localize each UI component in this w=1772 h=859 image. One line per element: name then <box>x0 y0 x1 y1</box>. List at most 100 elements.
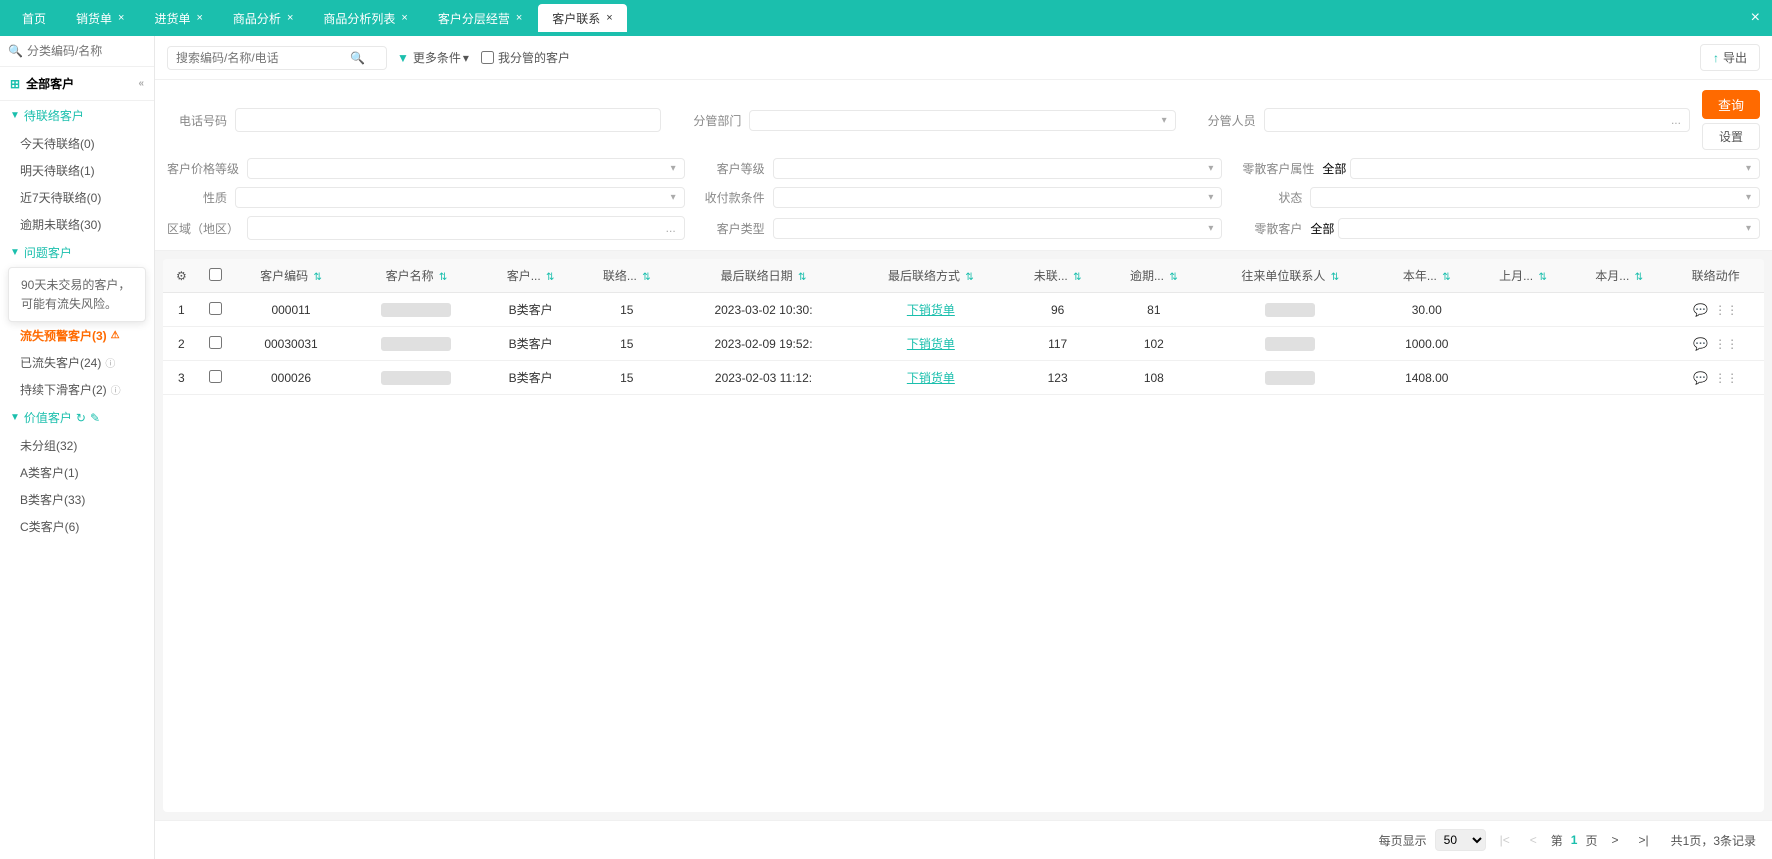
edit-icon[interactable]: ✎ <box>90 411 100 425</box>
sidebar-item-ungrouped[interactable]: 未分组(32) <box>0 432 154 459</box>
sort-type-icon[interactable]: ⇅ <box>546 272 554 283</box>
row-select-checkbox[interactable] <box>209 370 222 383</box>
region-more-icon[interactable]: ... <box>666 221 676 235</box>
close-window-button[interactable]: × <box>1751 9 1760 27</box>
main-search-button[interactable]: 🔍 <box>350 51 365 65</box>
settings-button[interactable]: 设置 <box>1702 123 1760 150</box>
group-problem-customers: ▼ 问题客户 90天未交易的客户，可能有流失风险。 流失预警客户(3) ⚠ 已流… <box>0 238 154 403</box>
th-last-date: 最后联络日期 ⇅ <box>675 259 852 293</box>
dept-select[interactable]: ▾ <box>749 110 1175 131</box>
sidebar-item-churn-warning[interactable]: 流失预警客户(3) ⚠ <box>0 322 154 349</box>
sidebar-item-class-b[interactable]: B类客户(33) <box>0 486 154 513</box>
last-method-link[interactable]: 下销货单 <box>907 303 955 317</box>
group-value-customers: ▼ 价值客户 ↻ ✎ 未分组(32) A类客户(1) B类客户(33) C类客户… <box>0 403 154 540</box>
first-page-button[interactable]: |< <box>1494 831 1516 849</box>
row-current-month <box>1571 293 1667 327</box>
sort-uncontacted-icon[interactable]: ⇅ <box>1073 272 1081 283</box>
sort-overdue-icon[interactable]: ⇅ <box>1169 272 1177 283</box>
row-actions: 💬 ⋮⋮ <box>1667 327 1764 361</box>
more-actions-icon[interactable]: ⋮⋮ <box>1714 303 1738 317</box>
customer-level-select[interactable]: ▾ <box>773 158 1223 179</box>
manager-select[interactable]: ... <box>1264 108 1690 132</box>
settings-col-header[interactable]: ⚙ <box>163 259 200 293</box>
arrow-icon-problem: ▼ <box>10 247 20 258</box>
last-method-link[interactable]: 下销货单 <box>907 337 955 351</box>
more-actions-icon[interactable]: ⋮⋮ <box>1714 371 1738 385</box>
close-tab-purchase[interactable]: × <box>196 12 202 24</box>
sort-current-month-icon[interactable]: ⇅ <box>1635 272 1643 283</box>
sort-current-year-icon[interactable]: ⇅ <box>1442 272 1450 283</box>
sort-last-method-icon[interactable]: ⇅ <box>965 272 973 283</box>
close-tab-customer-segment[interactable]: × <box>516 12 522 24</box>
customer-type-select[interactable]: ▾ <box>773 218 1223 239</box>
sidebar-item-class-a[interactable]: A类客户(1) <box>0 459 154 486</box>
manager-more-icon[interactable]: ... <box>1671 113 1681 127</box>
row-select-checkbox[interactable] <box>209 302 222 315</box>
sort-linked-contact-icon[interactable]: ⇅ <box>1331 272 1339 283</box>
group-pending-contact: ▼ 待联络客户 今天待联络(0) 明天待联络(1) 近7天待联络(0) 逾期未联… <box>0 101 154 238</box>
sidebar-all-customers[interactable]: ⊞ 全部客户 « <box>0 67 154 101</box>
row-last-month <box>1475 327 1571 361</box>
price-level-select[interactable]: ▾ <box>247 158 685 179</box>
contact-icon[interactable]: 💬 <box>1693 337 1708 351</box>
last-page-button[interactable]: >| <box>1633 831 1655 849</box>
sort-contact-icon[interactable]: ⇅ <box>642 272 650 283</box>
more-conditions-button[interactable]: ▼ 更多条件 ▾ <box>397 49 469 66</box>
close-tab-sales[interactable]: × <box>118 12 124 24</box>
next-page-button[interactable]: > <box>1606 831 1625 849</box>
tab-sales[interactable]: 销货单 × <box>62 4 138 32</box>
nature-select[interactable]: ▾ <box>235 187 685 208</box>
prev-page-button[interactable]: < <box>1524 831 1543 849</box>
sidebar-search-input[interactable] <box>27 44 146 58</box>
row-last-date: 2023-02-09 19:52: <box>675 327 852 361</box>
group-title-pending[interactable]: ▼ 待联络客户 <box>0 101 154 130</box>
contact-icon[interactable]: 💬 <box>1693 371 1708 385</box>
close-tab-customer-contact[interactable]: × <box>606 12 612 24</box>
refresh-icon[interactable]: ↻ <box>76 411 86 425</box>
sort-code-icon[interactable]: ⇅ <box>314 272 322 283</box>
region-select[interactable]: ... <box>247 216 685 240</box>
payment-select[interactable]: ▾ <box>773 187 1223 208</box>
th-code: 客户编码 ⇅ <box>232 259 351 293</box>
status-select[interactable]: ▾ <box>1310 187 1760 208</box>
th-current-year: 本年... ⇅ <box>1379 259 1475 293</box>
more-actions-icon[interactable]: ⋮⋮ <box>1714 337 1738 351</box>
sort-name-icon[interactable]: ⇅ <box>439 272 447 283</box>
row-customer-type: B类客户 <box>482 293 578 327</box>
my-customers-checkbox[interactable] <box>481 51 494 64</box>
last-method-link[interactable]: 下销货单 <box>907 371 955 385</box>
sidebar-item-today[interactable]: 今天待联络(0) <box>0 130 154 157</box>
sidebar-item-tomorrow[interactable]: 明天待联络(1) <box>0 157 154 184</box>
tab-analysis-list[interactable]: 商品分析列表 × <box>309 4 421 32</box>
query-button[interactable]: 查询 <box>1702 90 1760 119</box>
select-all-checkbox[interactable] <box>209 268 222 281</box>
row-current-year: 30.00 <box>1379 293 1475 327</box>
tab-customer-contact[interactable]: 客户联系 × <box>538 4 626 32</box>
sort-last-date-icon[interactable]: ⇅ <box>798 272 806 283</box>
sidebar-item-declining[interactable]: 持续下滑客户(2) ⓘ <box>0 376 154 403</box>
zero-customer-select[interactable]: ▾ <box>1338 218 1760 239</box>
tab-analysis[interactable]: 商品分析 × <box>219 4 307 32</box>
phone-input[interactable] <box>235 108 661 132</box>
my-customers-checkbox-group: 我分管的客户 <box>481 49 570 66</box>
close-tab-analysis-list[interactable]: × <box>401 12 407 24</box>
sidebar-item-overdue[interactable]: 逾期未联络(30) <box>0 211 154 238</box>
sidebar-item-churned[interactable]: 已流失客户(24) ⓘ <box>0 349 154 376</box>
row-name: ... <box>350 361 482 395</box>
per-page-select[interactable]: 50 100 200 <box>1435 829 1486 851</box>
contact-icon[interactable]: 💬 <box>1693 303 1708 317</box>
export-button[interactable]: ↑ 导出 <box>1700 44 1760 71</box>
sidebar-item-7days[interactable]: 近7天待联络(0) <box>0 184 154 211</box>
sidebar-item-class-c[interactable]: C类客户(6) <box>0 513 154 540</box>
tab-customer-segment[interactable]: 客户分层经营 × <box>424 4 536 32</box>
close-tab-analysis[interactable]: × <box>287 12 293 24</box>
tab-purchase[interactable]: 进货单 × <box>140 4 216 32</box>
group-title-value[interactable]: ▼ 价值客户 ↻ ✎ <box>0 403 154 432</box>
action-icons: 💬 ⋮⋮ <box>1673 371 1758 385</box>
tab-home[interactable]: 首页 <box>8 4 60 32</box>
row-select-checkbox[interactable] <box>209 336 222 349</box>
sort-last-month-icon[interactable]: ⇅ <box>1538 272 1546 283</box>
main-search-input[interactable] <box>176 51 346 65</box>
group-title-problem[interactable]: ▼ 问题客户 <box>0 238 154 267</box>
zero-attr-select[interactable]: ▾ <box>1350 158 1760 179</box>
